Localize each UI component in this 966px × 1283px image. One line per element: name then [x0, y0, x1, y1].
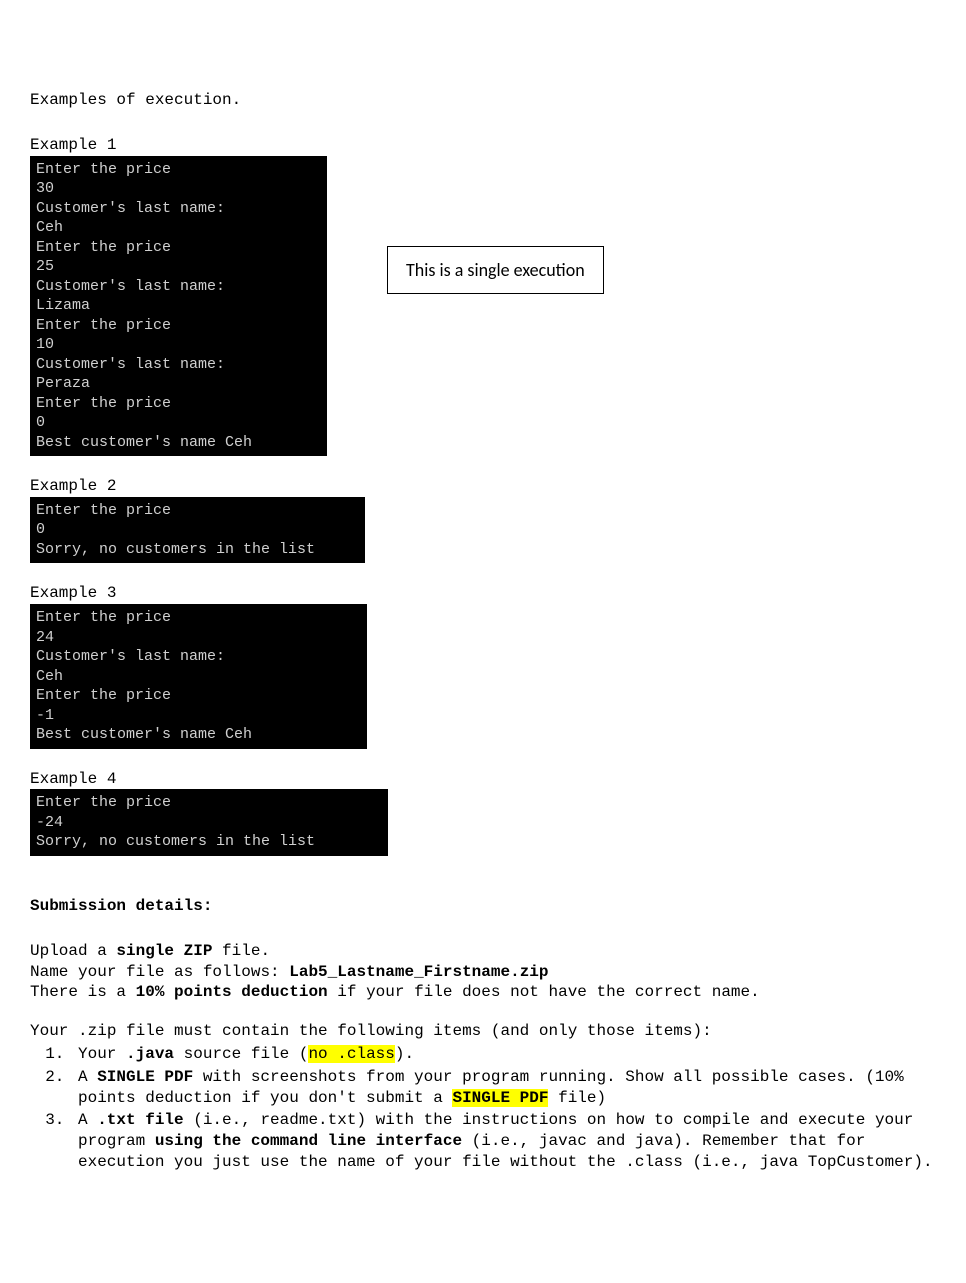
submission-line-4: Your .zip file must contain the followin… [30, 1021, 936, 1042]
highlighted-bold-text: SINGLE PDF [452, 1089, 548, 1107]
console-output-4: Enter the price -24 Sorry, no customers … [30, 789, 388, 856]
submission-line-1: Upload a single ZIP file. [30, 941, 936, 962]
console-output-3: Enter the price 24 Customer's last name:… [30, 604, 367, 749]
example-1-row: Enter the price 30 Customer's last name:… [30, 156, 936, 457]
bold-text: 10% points deduction [136, 983, 328, 1001]
text: if your file does not have the correct n… [328, 983, 760, 1001]
text: source file ( [174, 1045, 308, 1063]
submission-title: Submission details: [30, 896, 936, 917]
text: Your [78, 1045, 126, 1063]
text: A [78, 1068, 97, 1086]
highlighted-text: no .class [308, 1045, 394, 1063]
text: Name your file as follows: [30, 963, 289, 981]
example-2-label: Example 2 [30, 476, 936, 497]
bold-text: single ZIP [116, 942, 212, 960]
bold-text: Lab5_Lastname_Firstname.zip [289, 963, 548, 981]
text: Upload a [30, 942, 116, 960]
text: ). [395, 1045, 414, 1063]
bold-text: .txt file [97, 1111, 183, 1129]
example-3-label: Example 3 [30, 583, 936, 604]
list-item: A SINGLE PDF with screenshots from your … [74, 1067, 936, 1109]
intro-text: Examples of execution. [30, 90, 936, 111]
example-1-label: Example 1 [30, 135, 936, 156]
bold-text: .java [126, 1045, 174, 1063]
callout-box: This is a single execution [387, 246, 604, 295]
console-output-2: Enter the price 0 Sorry, no customers in… [30, 497, 365, 564]
submission-line-2: Name your file as follows: Lab5_Lastname… [30, 962, 936, 983]
console-output-1: Enter the price 30 Customer's last name:… [30, 156, 327, 457]
text: A [78, 1111, 97, 1129]
list-item: Your .java source file (no .class). [74, 1044, 936, 1065]
text: There is a [30, 983, 136, 1001]
submission-line-3: There is a 10% points deduction if your … [30, 982, 936, 1003]
list-item: A .txt file (i.e., readme.txt) with the … [74, 1110, 936, 1172]
submission-list: Your .java source file (no .class). A SI… [52, 1044, 936, 1173]
text: file) [548, 1089, 606, 1107]
bold-text: using the command line interface [155, 1132, 462, 1150]
example-4-label: Example 4 [30, 769, 936, 790]
bold-text: SINGLE PDF [97, 1068, 193, 1086]
text: file. [212, 942, 270, 960]
